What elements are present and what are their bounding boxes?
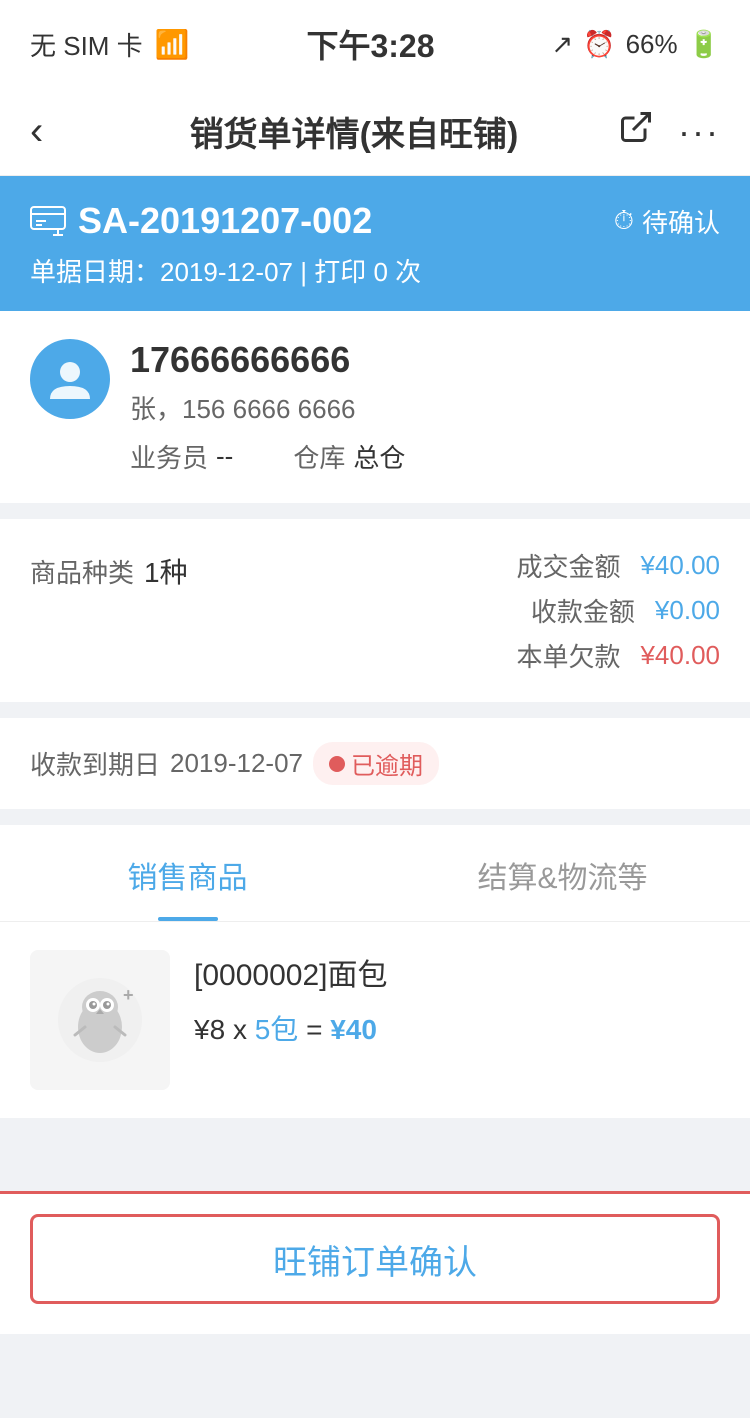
order-status: ⏱ 待确认 bbox=[614, 203, 720, 240]
amount-row: 成交金额 ¥40.00 bbox=[516, 547, 720, 584]
product-section: + [0000002]面包 ¥8 x 5包 = ¥40 bbox=[0, 922, 750, 1118]
warehouse-item: 仓库 总仓 bbox=[293, 438, 405, 475]
back-button[interactable]: ‹ bbox=[30, 109, 90, 154]
overdue-text: 已逾期 bbox=[351, 746, 423, 781]
clock-icon: ⏰ bbox=[583, 29, 615, 60]
tab-settlement[interactable]: 结算&物流等 bbox=[375, 825, 750, 921]
product-total: ¥40 bbox=[330, 1014, 377, 1045]
clock-status-icon: ⏱ bbox=[614, 205, 634, 237]
received-value: ¥0.00 bbox=[655, 595, 720, 626]
status-bar: 无 SIM 卡 📶 下午3:28 ↗ ⏰ 66% 🔋 bbox=[0, 0, 750, 88]
status-left: 无 SIM 卡 📶 bbox=[30, 26, 190, 63]
page-title: 销货单详情(来自旺铺) bbox=[190, 107, 519, 156]
product-qty: 5包 bbox=[255, 1014, 299, 1045]
summary-left: 商品种类 1种 bbox=[30, 547, 188, 591]
kinds-label: 商品种类 bbox=[30, 553, 134, 590]
overdue-dot-icon bbox=[329, 756, 345, 772]
order-id: SA-20191207-002 bbox=[30, 200, 372, 242]
svg-text:+: + bbox=[123, 985, 134, 1005]
warehouse-label: 仓库 bbox=[293, 438, 345, 475]
status-right: ↗ ⏰ 66% 🔋 bbox=[551, 29, 720, 60]
salesman-item: 业务员 -- bbox=[130, 438, 233, 475]
owed-label: 本单欠款 bbox=[516, 637, 620, 674]
product-price: ¥8 x 5包 = ¥40 bbox=[194, 1008, 720, 1048]
received-label: 收款金额 bbox=[531, 592, 635, 629]
battery-icon: 🔋 bbox=[688, 29, 720, 60]
received-row: 收款金额 ¥0.00 bbox=[531, 592, 720, 629]
multiply-sign: x bbox=[233, 1014, 255, 1045]
nav-bar: ‹ 销货单详情(来自旺铺) ··· bbox=[0, 88, 750, 176]
location-icon: ↗ bbox=[551, 29, 573, 60]
amount-value: ¥40.00 bbox=[640, 550, 720, 581]
product-thumbnail: + bbox=[30, 950, 170, 1090]
salesman-label: 业务员 bbox=[130, 438, 208, 475]
status-text: 待确认 bbox=[642, 203, 720, 240]
summary-right: 成交金额 ¥40.00 收款金额 ¥0.00 本单欠款 ¥40.00 bbox=[516, 547, 720, 674]
tab-sales-product[interactable]: 销售商品 bbox=[0, 825, 375, 921]
amount-label: 成交金额 bbox=[516, 547, 620, 584]
product-info: [0000002]面包 ¥8 x 5包 = ¥40 bbox=[194, 950, 720, 1048]
wifi-icon: 📶 bbox=[155, 28, 190, 61]
equals-sign: = bbox=[306, 1014, 330, 1045]
avatar bbox=[30, 339, 110, 419]
price-unit: ¥8 bbox=[194, 1014, 225, 1045]
nav-actions: ··· bbox=[618, 109, 720, 154]
owed-value: ¥40.00 bbox=[640, 640, 720, 671]
summary-section: 商品种类 1种 成交金额 ¥40.00 收款金额 ¥0.00 本单欠款 ¥40.… bbox=[0, 519, 750, 702]
order-date: 单据日期：2019-12-07 | 打印 0 次 bbox=[30, 252, 720, 289]
due-date: 2019-12-07 bbox=[170, 748, 303, 779]
customer-section: 17666666666 张，156 6666 6666 业务员 -- 仓库 总仓 bbox=[0, 311, 750, 503]
warehouse-value: 总仓 bbox=[353, 438, 405, 475]
battery-text: 66% bbox=[626, 29, 678, 60]
order-banner: SA-20191207-002 ⏱ 待确认 单据日期：2019-12-07 | … bbox=[0, 176, 750, 311]
owed-row: 本单欠款 ¥40.00 bbox=[516, 637, 720, 674]
share-button[interactable] bbox=[618, 109, 654, 154]
confirm-button[interactable]: 旺铺订单确认 bbox=[30, 1214, 720, 1304]
summary-kinds: 商品种类 1种 bbox=[30, 551, 188, 591]
overdue-badge: 已逾期 bbox=[313, 742, 439, 785]
kinds-value: 1种 bbox=[144, 551, 188, 591]
due-label: 收款到期日 bbox=[30, 745, 160, 782]
tabs: 销售商品 结算&物流等 bbox=[0, 825, 750, 922]
due-section: 收款到期日 2019-12-07 已逾期 bbox=[0, 718, 750, 809]
carrier-text: 无 SIM 卡 bbox=[30, 26, 143, 63]
customer-meta: 业务员 -- 仓库 总仓 bbox=[130, 438, 720, 475]
customer-name: 张，156 6666 6666 bbox=[130, 389, 720, 426]
product-name: [0000002]面包 bbox=[194, 950, 720, 994]
customer-info: 17666666666 张，156 6666 6666 业务员 -- 仓库 总仓 bbox=[130, 339, 720, 475]
status-time: 下午3:28 bbox=[306, 21, 434, 67]
more-button[interactable]: ··· bbox=[678, 111, 720, 153]
salesman-value: -- bbox=[216, 441, 233, 472]
customer-phone: 17666666666 bbox=[130, 339, 720, 381]
confirm-btn-wrap: 旺铺订单确认 bbox=[0, 1191, 750, 1334]
